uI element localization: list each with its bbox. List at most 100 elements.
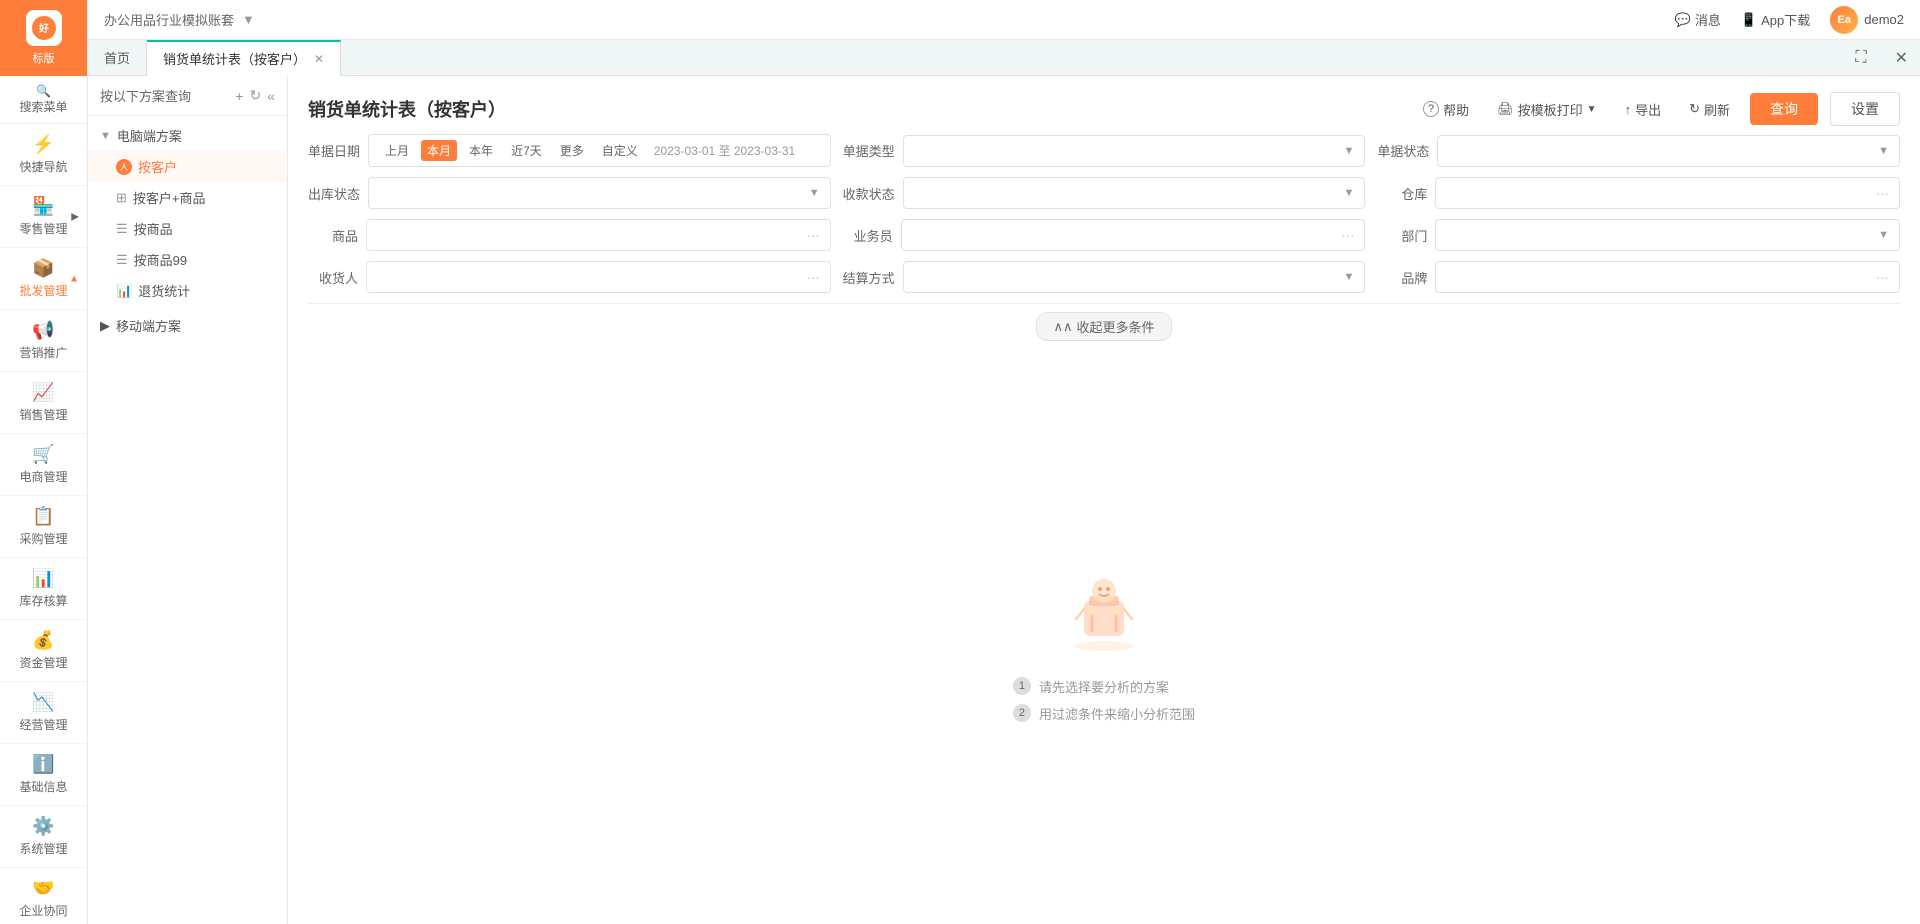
scheme-item-customer[interactable]: 人 按客户 bbox=[88, 151, 287, 182]
dept-filter-item: 部门 ▼ bbox=[1377, 219, 1900, 251]
customer-goods-label: 按客户+商品 bbox=[133, 188, 206, 207]
collapse-button[interactable]: ∧∧ 收起更多条件 bbox=[1036, 312, 1171, 341]
export-icon: ↑ bbox=[1625, 102, 1632, 117]
app-logo[interactable]: 好 标版 bbox=[0, 0, 88, 76]
sidebar-item-ecommerce[interactable]: 🛒 电商管理 bbox=[0, 434, 87, 496]
sidebar-item-search[interactable]: 🔍 搜索菜单 bbox=[0, 76, 87, 124]
scheme-group-pc-header[interactable]: ▼ 电脑端方案 bbox=[88, 120, 287, 151]
scheme-collapse-button[interactable]: « bbox=[267, 88, 275, 104]
scheme-panel: 按以下方案查询 + ↻ « ▼ 电脑端方案 人 按客户 ⊞ bbox=[88, 76, 288, 924]
sidebar-item-inventory[interactable]: 📊 库存核算 bbox=[0, 558, 87, 620]
date-btn-more[interactable]: 更多 bbox=[554, 140, 590, 161]
sidebar-item-system[interactable]: ⚙️ 系统管理 bbox=[0, 806, 87, 868]
pc-group-arrow-icon: ▼ bbox=[100, 130, 111, 142]
date-filter-control[interactable]: 上月 本月 本年 近7天 更多 自定义 2023-03-01 至 2023-03… bbox=[368, 134, 831, 167]
sales-icon: 📈 bbox=[32, 382, 54, 403]
download-label: App下载 bbox=[1761, 10, 1810, 29]
query-button[interactable]: 查询 bbox=[1750, 93, 1818, 125]
svg-text:好: 好 bbox=[38, 22, 49, 35]
scheme-item-goods[interactable]: ☰ 按商品 bbox=[88, 213, 287, 244]
app-title: 标版 bbox=[33, 50, 55, 66]
settings-button[interactable]: 设置 bbox=[1830, 92, 1900, 126]
sidebar-item-sales[interactable]: 📈 销售管理 bbox=[0, 372, 87, 434]
date-btn-last-month[interactable]: 上月 bbox=[379, 140, 415, 161]
tab-close-icon[interactable]: ✕ bbox=[314, 52, 324, 66]
scheme-refresh-button[interactable]: ↻ bbox=[249, 87, 261, 104]
filter-area: 单据日期 上月 本月 本年 近7天 更多 自定义 2023-03-01 至 20… bbox=[288, 134, 1920, 359]
status-filter-control[interactable]: ▼ bbox=[1437, 135, 1900, 167]
dept-control[interactable]: ▼ bbox=[1435, 219, 1900, 251]
user-menu[interactable]: Ea demo2 bbox=[1830, 6, 1904, 34]
collect-status-control[interactable]: ▼ bbox=[903, 177, 1366, 209]
scheme-item-return[interactable]: 📊 退货统计 bbox=[88, 275, 287, 306]
print-button[interactable]: 🖨 按模板打印 ▼ bbox=[1489, 96, 1604, 123]
app-download-button[interactable]: 📱 App下载 bbox=[1741, 10, 1810, 29]
top-header: 办公用品行业模拟账套 ▼ 💬 消息 📱 App下载 Ea demo2 bbox=[88, 0, 1920, 40]
tab-home-label: 首页 bbox=[104, 48, 130, 67]
sales-label: 销售管理 bbox=[19, 406, 67, 423]
brand-control[interactable]: ··· bbox=[1435, 261, 1900, 293]
export-button[interactable]: ↑ 导出 bbox=[1617, 96, 1670, 123]
system-label: 系统管理 bbox=[19, 840, 67, 857]
type-filter-label: 单据类型 bbox=[843, 141, 895, 160]
message-label: 消息 bbox=[1695, 10, 1721, 29]
date-btn-custom[interactable]: 自定义 bbox=[596, 140, 644, 161]
recipient-label: 收货人 bbox=[308, 268, 358, 287]
sidebar-item-shortcut[interactable]: ⚡ 快捷导航 bbox=[0, 124, 87, 186]
settlement-dropdown-icon: ▼ bbox=[1343, 271, 1354, 283]
tab-window-button[interactable]: ✕ bbox=[1883, 48, 1920, 68]
warehouse-dots-icon: ··· bbox=[1876, 186, 1889, 201]
out-status-dropdown-icon: ▼ bbox=[809, 187, 820, 199]
sidebar-item-purchase[interactable]: 📋 采购管理 bbox=[0, 496, 87, 558]
system-icon: ⚙️ bbox=[32, 816, 54, 837]
date-btn-this-month[interactable]: 本月 bbox=[421, 140, 457, 161]
collect-status-label: 收款状态 bbox=[843, 184, 895, 203]
retail-label: 零售管理 bbox=[19, 220, 67, 237]
shortcut-label: 快捷导航 bbox=[19, 158, 67, 175]
goods-filter-label: 商品 bbox=[308, 226, 358, 245]
scheme-group-mobile[interactable]: ▶ 移动端方案 bbox=[88, 310, 287, 341]
tab-maximize-button[interactable]: ⛶ bbox=[1843, 49, 1878, 67]
recipient-control[interactable]: ··· bbox=[366, 261, 831, 293]
type-filter-control[interactable]: ▼ bbox=[903, 135, 1366, 167]
scheme-add-button[interactable]: + bbox=[235, 88, 243, 104]
salesperson-control[interactable]: ··· bbox=[901, 219, 1366, 251]
tip-text-2: 用过滤条件来缩小分析范围 bbox=[1039, 704, 1195, 723]
tab-sales-customer[interactable]: 销货单统计表（按客户） ✕ bbox=[147, 40, 341, 76]
sidebar-item-marketing[interactable]: 📢 营销推广 bbox=[0, 310, 87, 372]
message-button[interactable]: 💬 消息 bbox=[1675, 10, 1721, 29]
dept-dropdown-icon: ▼ bbox=[1878, 229, 1889, 241]
industry-dropdown-icon[interactable]: ▼ bbox=[242, 12, 255, 27]
out-status-control[interactable]: ▼ bbox=[368, 177, 831, 209]
sidebar-item-wholesale[interactable]: 📦 批发管理 ▲ bbox=[0, 248, 87, 310]
customer-scheme-icon: 人 bbox=[116, 159, 132, 175]
sidebar-item-finance[interactable]: 💰 资金管理 bbox=[0, 620, 87, 682]
scheme-item-goods99[interactable]: ☰ 按商品99 bbox=[88, 244, 287, 275]
goods-control[interactable]: ··· bbox=[366, 219, 831, 251]
filter-row-4: 收货人 ··· 结算方式 ▼ 品牌 bbox=[308, 261, 1900, 293]
settlement-control[interactable]: ▼ bbox=[903, 261, 1366, 293]
tab-sales-customer-label: 销货单统计表（按客户） bbox=[163, 49, 306, 68]
warehouse-control[interactable]: ··· bbox=[1435, 177, 1900, 209]
goods99-label: 按商品99 bbox=[134, 250, 187, 269]
date-btn-this-year[interactable]: 本年 bbox=[463, 140, 499, 161]
date-btn-7days[interactable]: 近7天 bbox=[505, 140, 548, 161]
refresh-button[interactable]: ↻ 刷新 bbox=[1681, 96, 1738, 123]
scheme-header: 按以下方案查询 + ↻ « bbox=[88, 76, 287, 116]
sidebar-item-retail[interactable]: 🏪 零售管理 ▶ bbox=[0, 186, 87, 248]
export-label: 导出 bbox=[1635, 100, 1661, 119]
empty-illustration bbox=[1054, 561, 1154, 661]
date-filter-item: 单据日期 上月 本月 本年 近7天 更多 自定义 2023-03-01 至 20… bbox=[308, 134, 831, 167]
sidebar-item-basic[interactable]: ℹ️ 基础信息 bbox=[0, 744, 87, 806]
sidebar-item-business[interactable]: 📉 经营管理 bbox=[0, 682, 87, 744]
wholesale-arrow-icon: ▲ bbox=[69, 273, 79, 284]
retail-icon: 🏪 bbox=[32, 196, 54, 217]
dept-label: 部门 bbox=[1377, 226, 1427, 245]
help-button[interactable]: ? 帮助 bbox=[1415, 96, 1477, 123]
scheme-item-customer-goods[interactable]: ⊞ 按客户+商品 bbox=[88, 182, 287, 213]
page-container: 按以下方案查询 + ↻ « ▼ 电脑端方案 人 按客户 ⊞ bbox=[88, 76, 1920, 924]
tab-home[interactable]: 首页 bbox=[88, 40, 147, 76]
inventory-label: 库存核算 bbox=[19, 592, 67, 609]
finance-label: 资金管理 bbox=[19, 654, 67, 671]
sidebar-item-enterprise[interactable]: 🤝 企业协同 bbox=[0, 868, 87, 924]
